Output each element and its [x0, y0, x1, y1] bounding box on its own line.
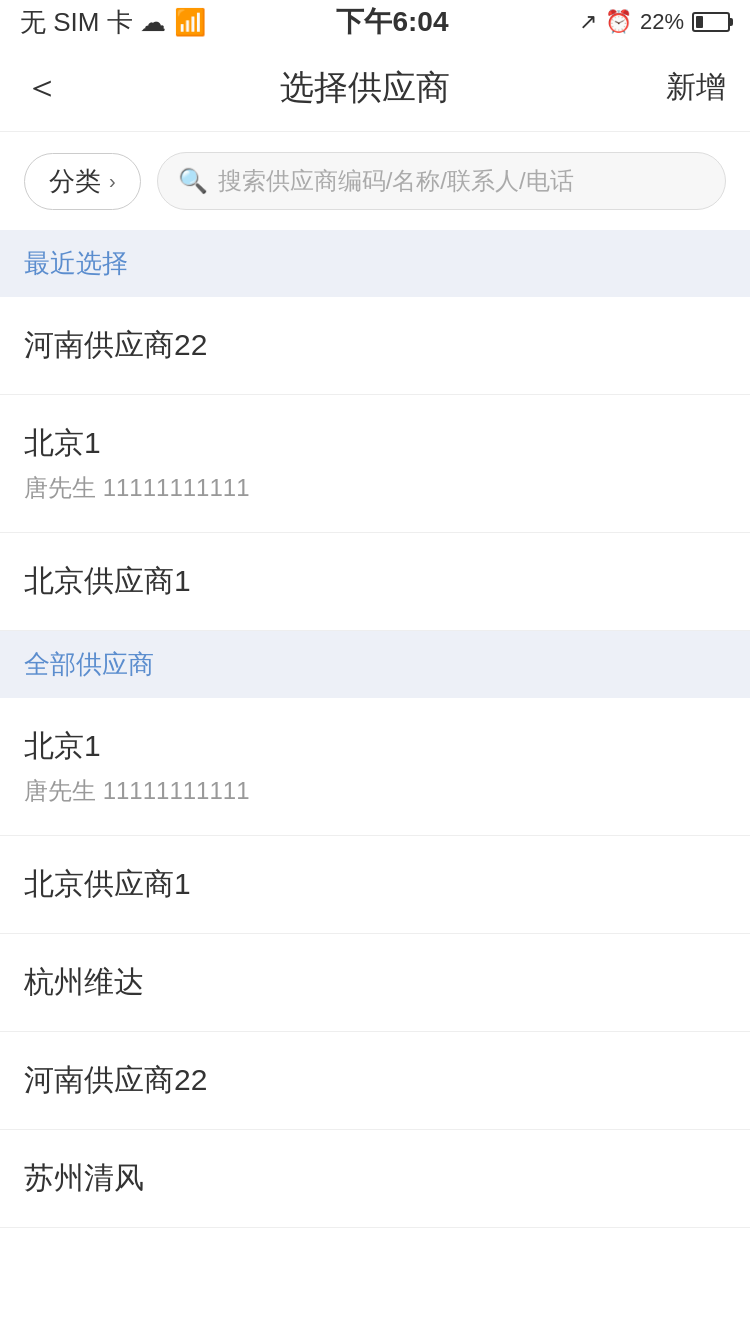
status-left: 无 SIM 卡 ☁ 📶	[20, 5, 206, 40]
item-sub: 唐先生 11111111111	[24, 775, 726, 807]
list-item[interactable]: 北京1 唐先生 11111111111	[0, 395, 750, 533]
category-filter-button[interactable]: 分类 ›	[24, 153, 141, 210]
recent-section-header: 最近选择	[0, 230, 750, 297]
item-name: 杭州维达	[24, 962, 726, 1003]
all-list: 北京1 唐先生 11111111111 北京供应商1 杭州维达河南供应商22 苏州清风	[0, 698, 750, 1228]
chevron-right-icon: ›	[109, 170, 116, 193]
item-name: 北京供应商1	[24, 864, 726, 905]
sim-status: 无 SIM 卡 ☁	[20, 5, 166, 40]
add-new-button[interactable]: 新增	[646, 67, 726, 108]
status-right: ↗ ⏰ 22%	[579, 9, 730, 35]
item-name: 北京1	[24, 726, 726, 767]
search-icon: 🔍	[178, 167, 208, 195]
list-item[interactable]: 北京供应商1	[0, 836, 750, 934]
battery-indicator	[692, 12, 730, 32]
back-button[interactable]: ＜	[24, 63, 84, 112]
location-icon: ↗	[579, 9, 597, 35]
recent-list: 河南供应商22 北京1 唐先生 11111111111 北京供应商1	[0, 297, 750, 631]
search-placeholder: 搜索供应商编码/名称/联系人/电话	[218, 165, 574, 197]
list-item[interactable]: 北京1 唐先生 11111111111	[0, 698, 750, 836]
category-label: 分类	[49, 164, 101, 199]
all-section-header: 全部供应商	[0, 631, 750, 698]
list-item[interactable]: 苏州清风	[0, 1130, 750, 1228]
search-box[interactable]: 🔍 搜索供应商编码/名称/联系人/电话	[157, 152, 726, 210]
battery-box	[692, 12, 730, 32]
filter-bar: 分类 › 🔍 搜索供应商编码/名称/联系人/电话	[0, 132, 750, 230]
item-name: 北京供应商1	[24, 561, 726, 602]
list-item[interactable]: 杭州维达	[0, 934, 750, 1032]
item-name: 河南供应商22	[24, 1060, 726, 1101]
list-item[interactable]: 河南供应商22	[0, 1032, 750, 1130]
list-item[interactable]: 北京供应商1	[0, 533, 750, 631]
page-title: 选择供应商	[280, 65, 450, 111]
wifi-icon: 📶	[174, 7, 206, 38]
nav-bar: ＜ 选择供应商 新增	[0, 44, 750, 132]
item-name: 北京1	[24, 423, 726, 464]
alarm-icon: ⏰	[605, 9, 632, 35]
status-bar: 无 SIM 卡 ☁ 📶 下午6:04 ↗ ⏰ 22%	[0, 0, 750, 44]
status-time: 下午6:04	[336, 3, 448, 41]
list-item[interactable]: 河南供应商22	[0, 297, 750, 395]
battery-text: 22%	[640, 9, 684, 35]
item-name: 苏州清风	[24, 1158, 726, 1199]
item-sub: 唐先生 11111111111	[24, 472, 726, 504]
item-name: 河南供应商22	[24, 325, 726, 366]
battery-fill	[696, 16, 703, 28]
